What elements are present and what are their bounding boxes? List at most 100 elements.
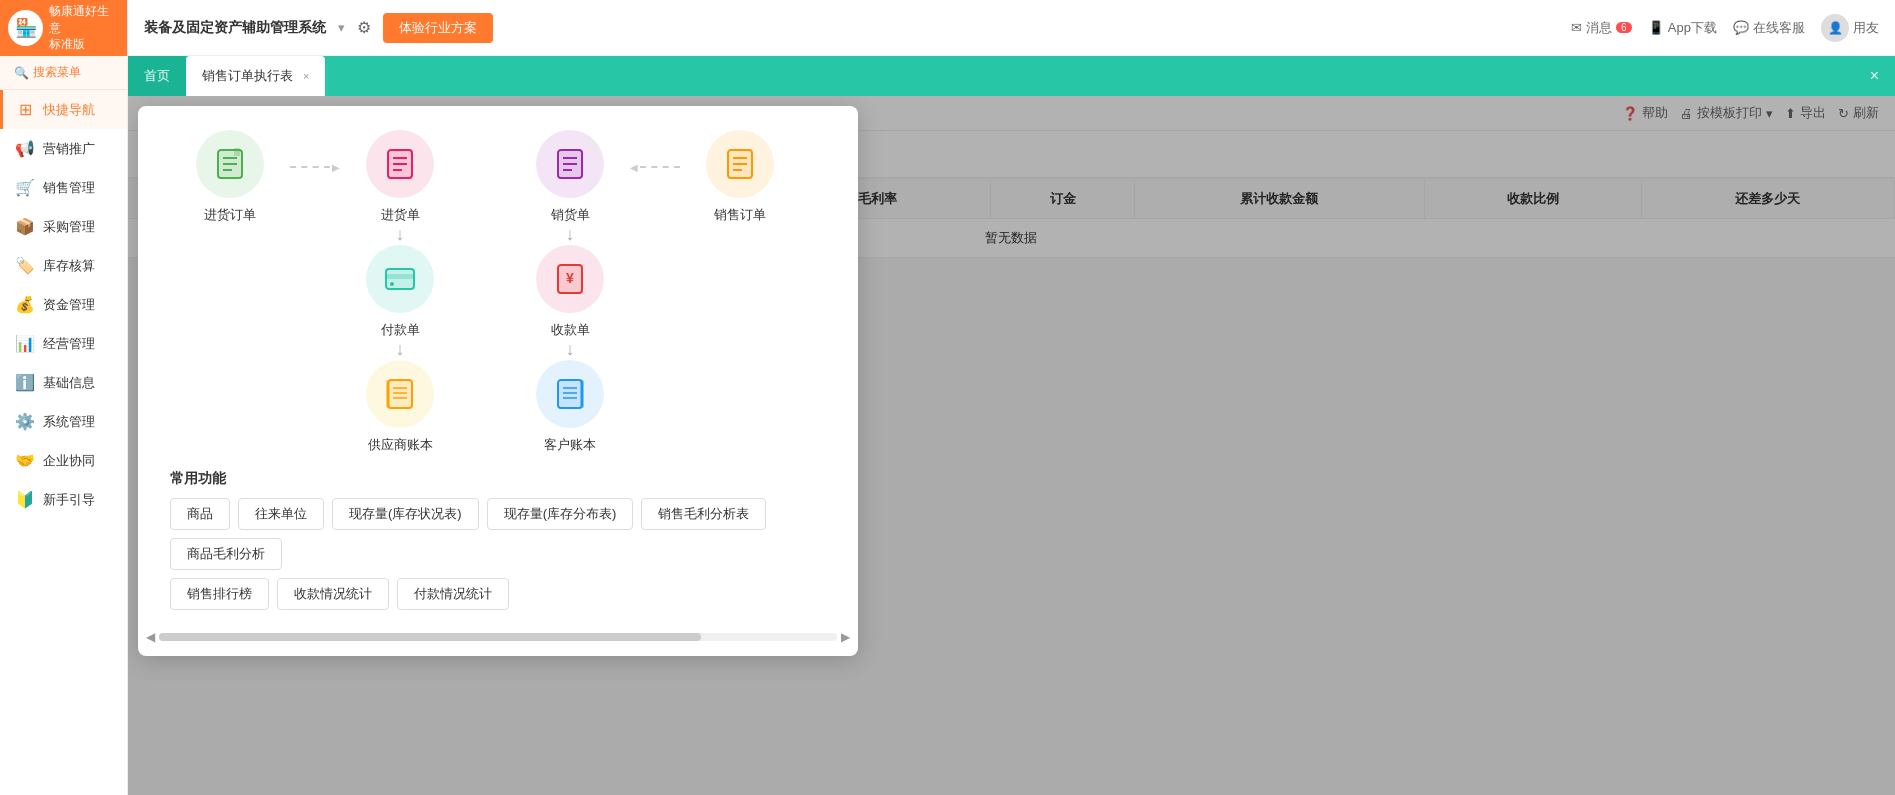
inventory-icon: 🏷️: [15, 256, 35, 275]
user-profile[interactable]: 👤 用友: [1821, 14, 1879, 42]
system-title: 装备及固定资产辅助管理系统: [144, 19, 326, 37]
tabs-bar: 首页 销售订单执行表 × ×: [128, 56, 1895, 96]
guide-icon: 🔰: [15, 490, 35, 509]
payment-label: 付款单: [381, 321, 420, 339]
sales-bill-circle: [536, 130, 604, 198]
flow-node-supplier-ledger[interactable]: 供应商账本: [340, 360, 460, 454]
tab-home[interactable]: 首页: [128, 56, 186, 96]
flow-row-1: 进货订单 ▶ 进货单: [170, 130, 826, 224]
tab-sales-order[interactable]: 销售订单执行表 ×: [186, 56, 325, 96]
svg-point-23: [390, 282, 394, 286]
scroll-right-icon[interactable]: ▶: [841, 630, 850, 644]
btn-product-profit[interactable]: 商品毛利分析: [170, 538, 282, 570]
experience-button[interactable]: 体验行业方案: [383, 13, 493, 43]
sidebar-item-sales[interactable]: 🛒 销售管理: [0, 168, 127, 207]
purchase-icon: 📦: [15, 217, 35, 236]
online-service-button[interactable]: 💬 在线客服: [1733, 19, 1805, 37]
purchase-order-label: 进货订单: [204, 206, 256, 224]
svg-rect-33: [558, 380, 582, 408]
flow-row-arrows: ↓ ↓: [170, 224, 826, 245]
sales-order-label: 销售订单: [714, 206, 766, 224]
sidebar-item-marketing[interactable]: 📢 营销推广: [0, 129, 127, 168]
main-area: 装备及固定资产辅助管理系统 ▾ ⚙ 体验行业方案 ✉ 消息 6 📱 App下载 …: [128, 0, 1895, 795]
sidebar-search[interactable]: 🔍 搜索菜单: [0, 56, 127, 90]
btn-sales-rank[interactable]: 销售排行榜: [170, 578, 269, 610]
logo-text: 畅康通好生意 标准版: [49, 3, 119, 53]
sidebar: 🏪 畅康通好生意 标准版 🔍 搜索菜单 ⊞ 快捷导航 📢 营销推广 🛒 销售管理…: [0, 0, 128, 795]
sidebar-item-operation[interactable]: 📊 经营管理: [0, 324, 127, 363]
customer-ledger-label: 客户账本: [544, 436, 596, 454]
btn-sales-profit[interactable]: 销售毛利分析表: [641, 498, 766, 530]
quick-nav-icon: ⊞: [15, 100, 35, 119]
flow-node-customer-ledger[interactable]: 客户账本: [510, 360, 630, 454]
receipt-label: 收款单: [551, 321, 590, 339]
flow-node-sales-bill[interactable]: 销货单: [510, 130, 630, 224]
btn-stock-dist[interactable]: 现存量(库存分布表): [487, 498, 634, 530]
arrow-purchase-to-bill: ▶: [290, 162, 340, 173]
tab-close-icon[interactable]: ×: [303, 70, 309, 82]
sidebar-item-basic[interactable]: ℹ️ 基础信息: [0, 363, 127, 402]
purchase-bill-circle: [366, 130, 434, 198]
marketing-icon: 📢: [15, 139, 35, 158]
supplier-ledger-label: 供应商账本: [368, 436, 433, 454]
sidebar-item-finance[interactable]: 💰 资金管理: [0, 285, 127, 324]
arrow-down-sales: ↓: [566, 224, 575, 244]
collab-icon: 🤝: [15, 451, 35, 470]
gear-icon[interactable]: ⚙: [357, 18, 371, 37]
dropdown-icon[interactable]: ▾: [338, 20, 345, 35]
sidebar-item-purchase[interactable]: 📦 采购管理: [0, 207, 127, 246]
modal-overlay: 进货订单 ▶ 进货单: [128, 96, 1895, 795]
sidebar-item-quick-nav[interactable]: ⊞ 快捷导航: [0, 90, 127, 129]
svg-rect-22: [386, 274, 414, 279]
scrollbar-track[interactable]: [159, 633, 837, 641]
svg-rect-32: [386, 380, 390, 408]
payment-circle: [366, 245, 434, 313]
close-main-icon[interactable]: ×: [1854, 67, 1895, 85]
scroll-left-icon[interactable]: ◀: [146, 630, 155, 644]
flow-row-3: 供应商账本 客户账本: [170, 360, 826, 454]
flow-node-payment[interactable]: 付款单: [340, 245, 460, 339]
common-functions: 常用功能 商品 往来单位 现存量(库存状况表) 现存量(库存分布表) 销售毛利分…: [170, 470, 826, 610]
flow-node-receipt[interactable]: ¥ 收款单: [510, 245, 630, 339]
flow-node-purchase-bill[interactable]: 进货单: [340, 130, 460, 224]
app-download-button[interactable]: 📱 App下载: [1648, 19, 1717, 37]
content-area: ❓ 帮助 🖨 按模板打印 ▾ ⬆ 导出 ↻ 刷新: [128, 96, 1895, 795]
arrow-down-payment: ↓: [396, 339, 405, 359]
arrow-down-receipt: ↓: [566, 339, 575, 359]
logo-icon: 🏪: [8, 10, 43, 46]
flow-row-arrows-2: ↓ ↓: [170, 339, 826, 360]
purchase-order-circle: [196, 130, 264, 198]
message-button[interactable]: ✉ 消息 6: [1571, 19, 1632, 37]
common-buttons-row2: 销售排行榜 收款情况统计 付款情况统计: [170, 578, 826, 610]
customer-ledger-circle: [536, 360, 604, 428]
flow-node-sales-order[interactable]: 销售订单: [680, 130, 800, 224]
arrow-down-purchase: ↓: [396, 224, 405, 244]
sales-bill-label: 销货单: [551, 206, 590, 224]
message-icon: ✉: [1571, 20, 1582, 35]
scrollbar-row: ◀ ▶: [138, 630, 858, 648]
svg-rect-27: [388, 380, 412, 408]
flow-node-purchase-order[interactable]: 进货订单: [170, 130, 290, 224]
btn-receipt-stats[interactable]: 收款情况统计: [277, 578, 389, 610]
user-avatar: 👤: [1821, 14, 1849, 42]
basic-icon: ℹ️: [15, 373, 35, 392]
btn-payment-stats[interactable]: 付款情况统计: [397, 578, 509, 610]
btn-product[interactable]: 商品: [170, 498, 230, 530]
modal-body: 进货订单 ▶ 进货单: [138, 106, 858, 630]
purchase-bill-label: 进货单: [381, 206, 420, 224]
top-header: 装备及固定资产辅助管理系统 ▾ ⚙ 体验行业方案 ✉ 消息 6 📱 App下载 …: [128, 0, 1895, 56]
modal-scrollbar-area: ◀ ▶: [138, 630, 858, 656]
sidebar-item-inventory[interactable]: 🏷️ 库存核算: [0, 246, 127, 285]
sales-icon: 🛒: [15, 178, 35, 197]
svg-text:¥: ¥: [566, 270, 574, 286]
sidebar-item-collab[interactable]: 🤝 企业协同: [0, 441, 127, 480]
sidebar-item-system[interactable]: ⚙️ 系统管理: [0, 402, 127, 441]
sales-order-circle: [706, 130, 774, 198]
flow-row-2: 付款单 ¥ 收款单: [170, 245, 826, 339]
app-icon: 📱: [1648, 20, 1664, 35]
sidebar-item-guide[interactable]: 🔰 新手引导: [0, 480, 127, 519]
svg-rect-38: [580, 380, 584, 408]
btn-contact[interactable]: 往来单位: [238, 498, 324, 530]
finance-icon: 💰: [15, 295, 35, 314]
btn-stock-status[interactable]: 现存量(库存状况表): [332, 498, 479, 530]
